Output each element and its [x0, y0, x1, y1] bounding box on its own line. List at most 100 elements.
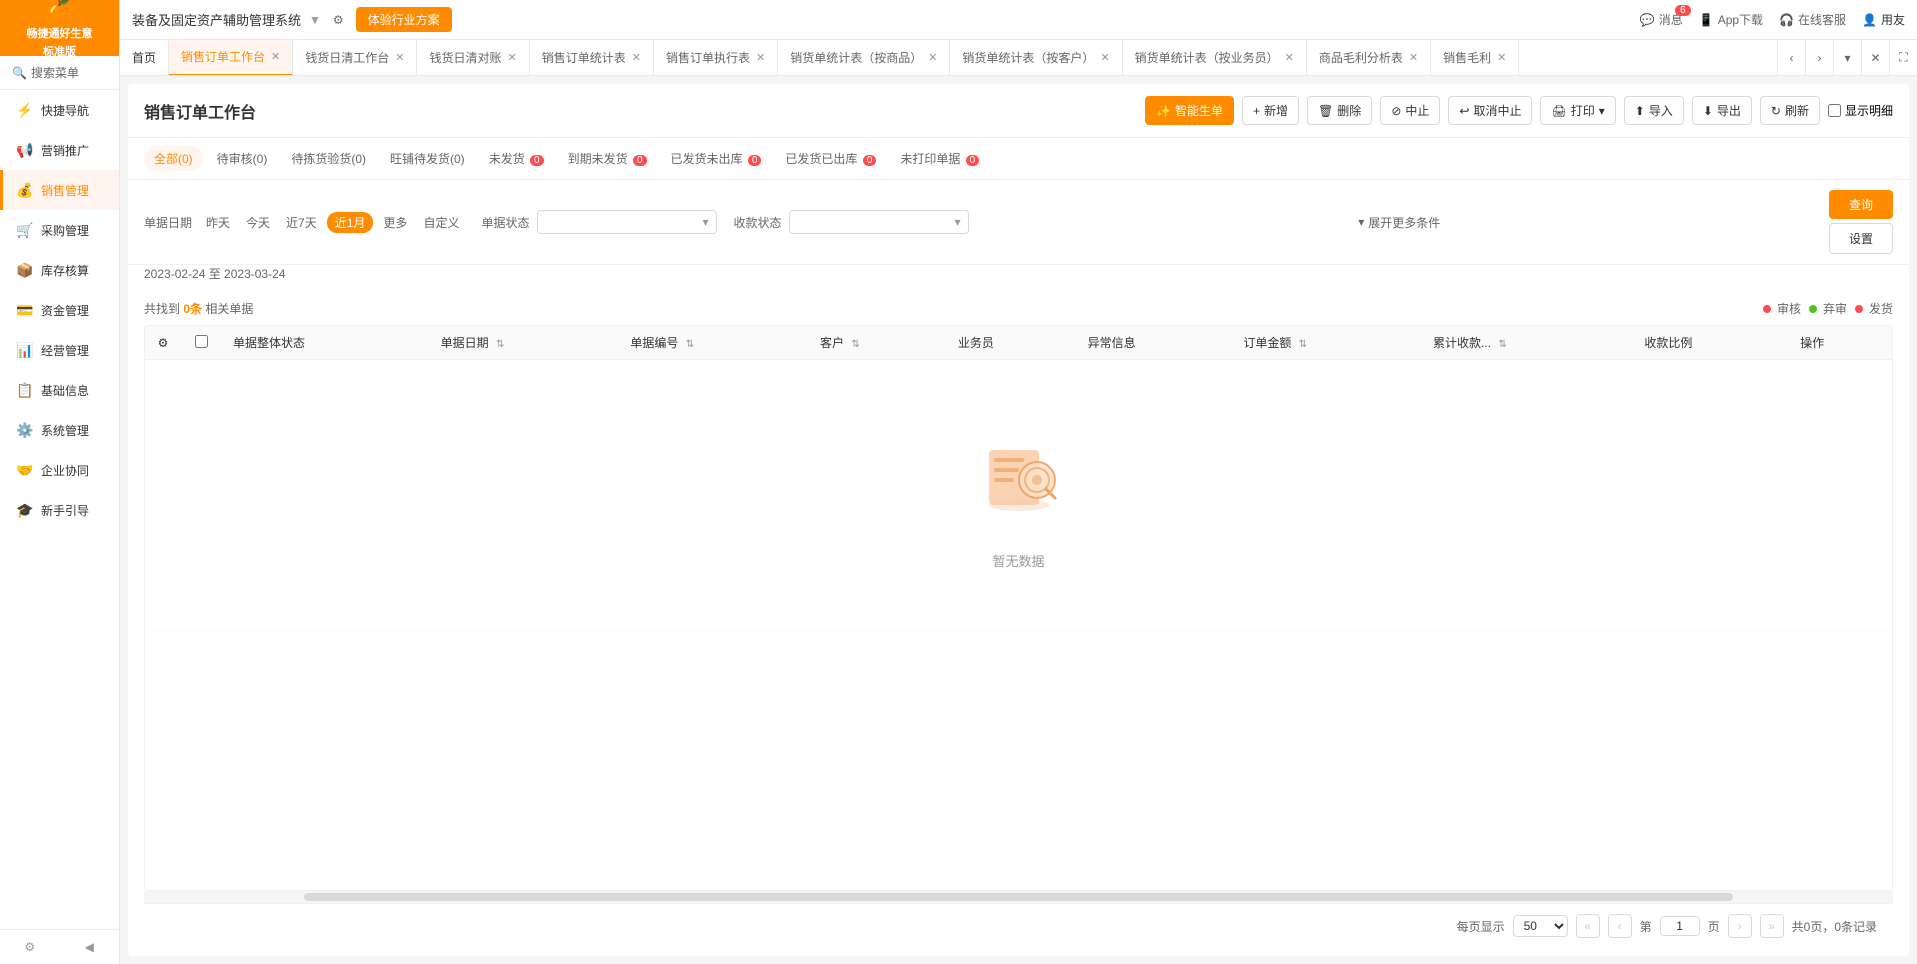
tab-cash-daily[interactable]: 钱货日清工作台 ✕ — [293, 40, 417, 76]
th-number[interactable]: 单据编号 ⇅ — [618, 326, 808, 360]
tab-close-icon[interactable]: ✕ — [756, 51, 765, 64]
show-detail-checkbox[interactable]: 显示明细 — [1828, 102, 1893, 119]
sidebar-item-operations[interactable]: 📊 经营管理 — [0, 330, 119, 370]
user-item[interactable]: 👤 用友 — [1862, 11, 1905, 28]
tab-close-icon[interactable]: ✕ — [508, 51, 517, 64]
prev-page-btn[interactable]: ‹ — [1608, 914, 1632, 938]
sidebar-item-purchase[interactable]: 🛒 采购管理 — [0, 210, 119, 250]
custom-btn[interactable]: 自定义 — [417, 212, 465, 233]
system-dropdown-arrow[interactable]: ▼ — [309, 13, 321, 27]
sidebar-item-system[interactable]: ⚙️ 系统管理 — [0, 410, 119, 450]
show-detail-input[interactable] — [1828, 104, 1841, 117]
export-btn[interactable]: ⬇ 导出 — [1692, 96, 1752, 125]
tab-sales-stat[interactable]: 销售订单统计表 ✕ — [530, 40, 654, 76]
tab-close-icon[interactable]: ✕ — [928, 51, 937, 64]
audit-action-btn[interactable]: 审核 — [1763, 300, 1801, 317]
scrollbar-thumb[interactable] — [304, 893, 1733, 901]
query-btn[interactable]: 查询 — [1829, 190, 1893, 219]
tab-home[interactable]: 首页 — [120, 40, 169, 76]
tab-menu-btn[interactable]: ▾ — [1833, 40, 1861, 76]
status-select[interactable]: ▾ — [537, 210, 717, 234]
sidebar-item-sales[interactable]: 💰 销售管理 — [0, 170, 119, 210]
filter-tab-not-printed[interactable]: 未打印单据 0 — [890, 146, 989, 171]
select-all-checkbox[interactable] — [195, 335, 208, 348]
filter-tab-shipped-out[interactable]: 已发货已出库 0 — [775, 146, 886, 171]
th-amount[interactable]: 订单金额 ⇅ — [1231, 326, 1421, 360]
tab-close-icon[interactable]: ✕ — [271, 50, 280, 63]
sidebar-item-enterprise[interactable]: 🤝 企业协同 — [0, 450, 119, 490]
refresh-btn[interactable]: ↻ 刷新 — [1760, 96, 1820, 125]
tab-maximize-btn[interactable]: ⛶ — [1889, 40, 1917, 76]
ship-action-btn[interactable]: 发货 — [1855, 300, 1893, 317]
tab-prev-btn[interactable]: ‹ — [1777, 40, 1805, 76]
tab-sales-workbench[interactable]: 销售订单工作台 ✕ — [169, 40, 293, 76]
last-page-btn[interactable]: » — [1760, 914, 1784, 938]
sidebar-item-quick-nav[interactable]: ⚡ 快捷导航 — [0, 90, 119, 130]
filter-tab-pending-inspect[interactable]: 待拣货验货(0) — [281, 146, 376, 171]
payment-select[interactable]: ▾ — [789, 210, 969, 234]
first-page-btn[interactable]: « — [1576, 914, 1600, 938]
settings-btn[interactable]: ⚙ — [0, 930, 60, 964]
sidebar-item-inventory[interactable]: 📦 库存核算 — [0, 250, 119, 290]
tab-next-btn[interactable]: › — [1805, 40, 1833, 76]
tab-sales-stat-product[interactable]: 销货单统计表（按商品） ✕ — [778, 40, 950, 76]
tab-gross-margin[interactable]: 商品毛利分析表 ✕ — [1307, 40, 1431, 76]
stop-btn[interactable]: ⊘ 中止 — [1380, 96, 1440, 125]
tab-close-icon[interactable]: ✕ — [1497, 51, 1506, 64]
message-item[interactable]: 💬 消息 6 — [1640, 11, 1683, 28]
sidebar-item-marketing[interactable]: 📢 营销推广 — [0, 130, 119, 170]
filter-tab-all[interactable]: 全部(0) — [144, 146, 203, 171]
add-btn[interactable]: + 新增 — [1242, 96, 1299, 125]
void-action-btn[interactable]: 弃审 — [1809, 300, 1847, 317]
tab-close-icon[interactable]: ✕ — [395, 51, 404, 64]
page-input[interactable] — [1660, 916, 1700, 936]
tab-close-icon[interactable]: ✕ — [1409, 51, 1418, 64]
tab-close-icon[interactable]: ✕ — [1285, 51, 1294, 64]
horizontal-scrollbar[interactable] — [144, 891, 1893, 903]
th-date[interactable]: 单据日期 ⇅ — [429, 326, 619, 360]
more-btn[interactable]: 更多 — [377, 212, 413, 233]
tab-sales-stat-staff[interactable]: 销货单统计表（按业务员） ✕ — [1123, 40, 1307, 76]
ai-generate-btn[interactable]: ✨ 智能生单 — [1145, 96, 1234, 125]
tab-close-icon[interactable]: ✕ — [632, 51, 641, 64]
sidebar-item-guide[interactable]: 🎓 新手引导 — [0, 490, 119, 530]
import-btn[interactable]: ⬆ 导入 — [1624, 96, 1684, 125]
th-staff[interactable]: 业务员 — [946, 326, 1076, 360]
tab-sales-exec[interactable]: 销售订单执行表 ✕ — [654, 40, 778, 76]
sidebar-search[interactable]: 🔍 搜索菜单 — [0, 56, 119, 90]
cancel-stop-btn[interactable]: ↩ 取消中止 — [1448, 96, 1532, 125]
last-month-btn[interactable]: 近1月 — [327, 212, 374, 233]
collapse-btn[interactable]: ◀ — [60, 930, 120, 964]
sidebar-item-finance[interactable]: 💳 资金管理 — [0, 290, 119, 330]
tab-cash-reconcile[interactable]: 钱货日清对账 ✕ — [417, 40, 529, 76]
last7-btn[interactable]: 近7天 — [280, 212, 323, 233]
next-page-btn[interactable]: › — [1728, 914, 1752, 938]
filter-tab-expired-not-shipped[interactable]: 到期未发货 0 — [558, 146, 657, 171]
yesterday-btn[interactable]: 昨天 — [200, 212, 236, 233]
online-service-item[interactable]: 🎧 在线客服 — [1779, 11, 1846, 28]
th-customer[interactable]: 客户 ⇅ — [808, 326, 946, 360]
expand-label: 展开更多条件 — [1368, 214, 1440, 231]
settings-icon[interactable]: ⚙ — [333, 13, 344, 27]
setting-btn[interactable]: 设置 — [1829, 223, 1893, 254]
expand-btn[interactable]: ▾ 展开更多条件 — [1358, 214, 1440, 231]
per-page-select[interactable]: 50 10 20 100 — [1513, 915, 1568, 937]
sidebar-item-basic[interactable]: 📋 基础信息 — [0, 370, 119, 410]
tab-close-all-btn[interactable]: ✕ — [1861, 40, 1889, 76]
filter-tab-shipped-not-out[interactable]: 已发货未出库 0 — [661, 146, 772, 171]
delete-btn[interactable]: 🗑 删除 — [1307, 96, 1372, 125]
th-checkbox[interactable] — [181, 326, 221, 360]
tab-sales-stat-customer[interactable]: 销货单统计表（按客户） ✕ — [950, 40, 1122, 76]
filter-tab-wangpu[interactable]: 旺铺待发货(0) — [380, 146, 475, 171]
print-btn[interactable]: 🖨 打印 ▾ — [1540, 96, 1615, 125]
tab-close-icon[interactable]: ✕ — [1100, 51, 1109, 64]
today-btn[interactable]: 今天 — [240, 212, 276, 233]
filter-tab-pending-review[interactable]: 待审核(0) — [207, 146, 278, 171]
app-download-item[interactable]: 📱 App下载 — [1699, 11, 1763, 28]
th-collected[interactable]: 累计收款... ⇅ — [1421, 326, 1632, 360]
tab-label: 钱货日清工作台 — [305, 49, 389, 66]
th-settings[interactable]: ⚙ — [145, 326, 181, 360]
industry-btn[interactable]: 体验行业方案 — [356, 7, 452, 32]
filter-tab-not-shipped[interactable]: 未发货 0 — [479, 146, 554, 171]
tab-sales-profit[interactable]: 销售毛利 ✕ — [1431, 40, 1519, 76]
